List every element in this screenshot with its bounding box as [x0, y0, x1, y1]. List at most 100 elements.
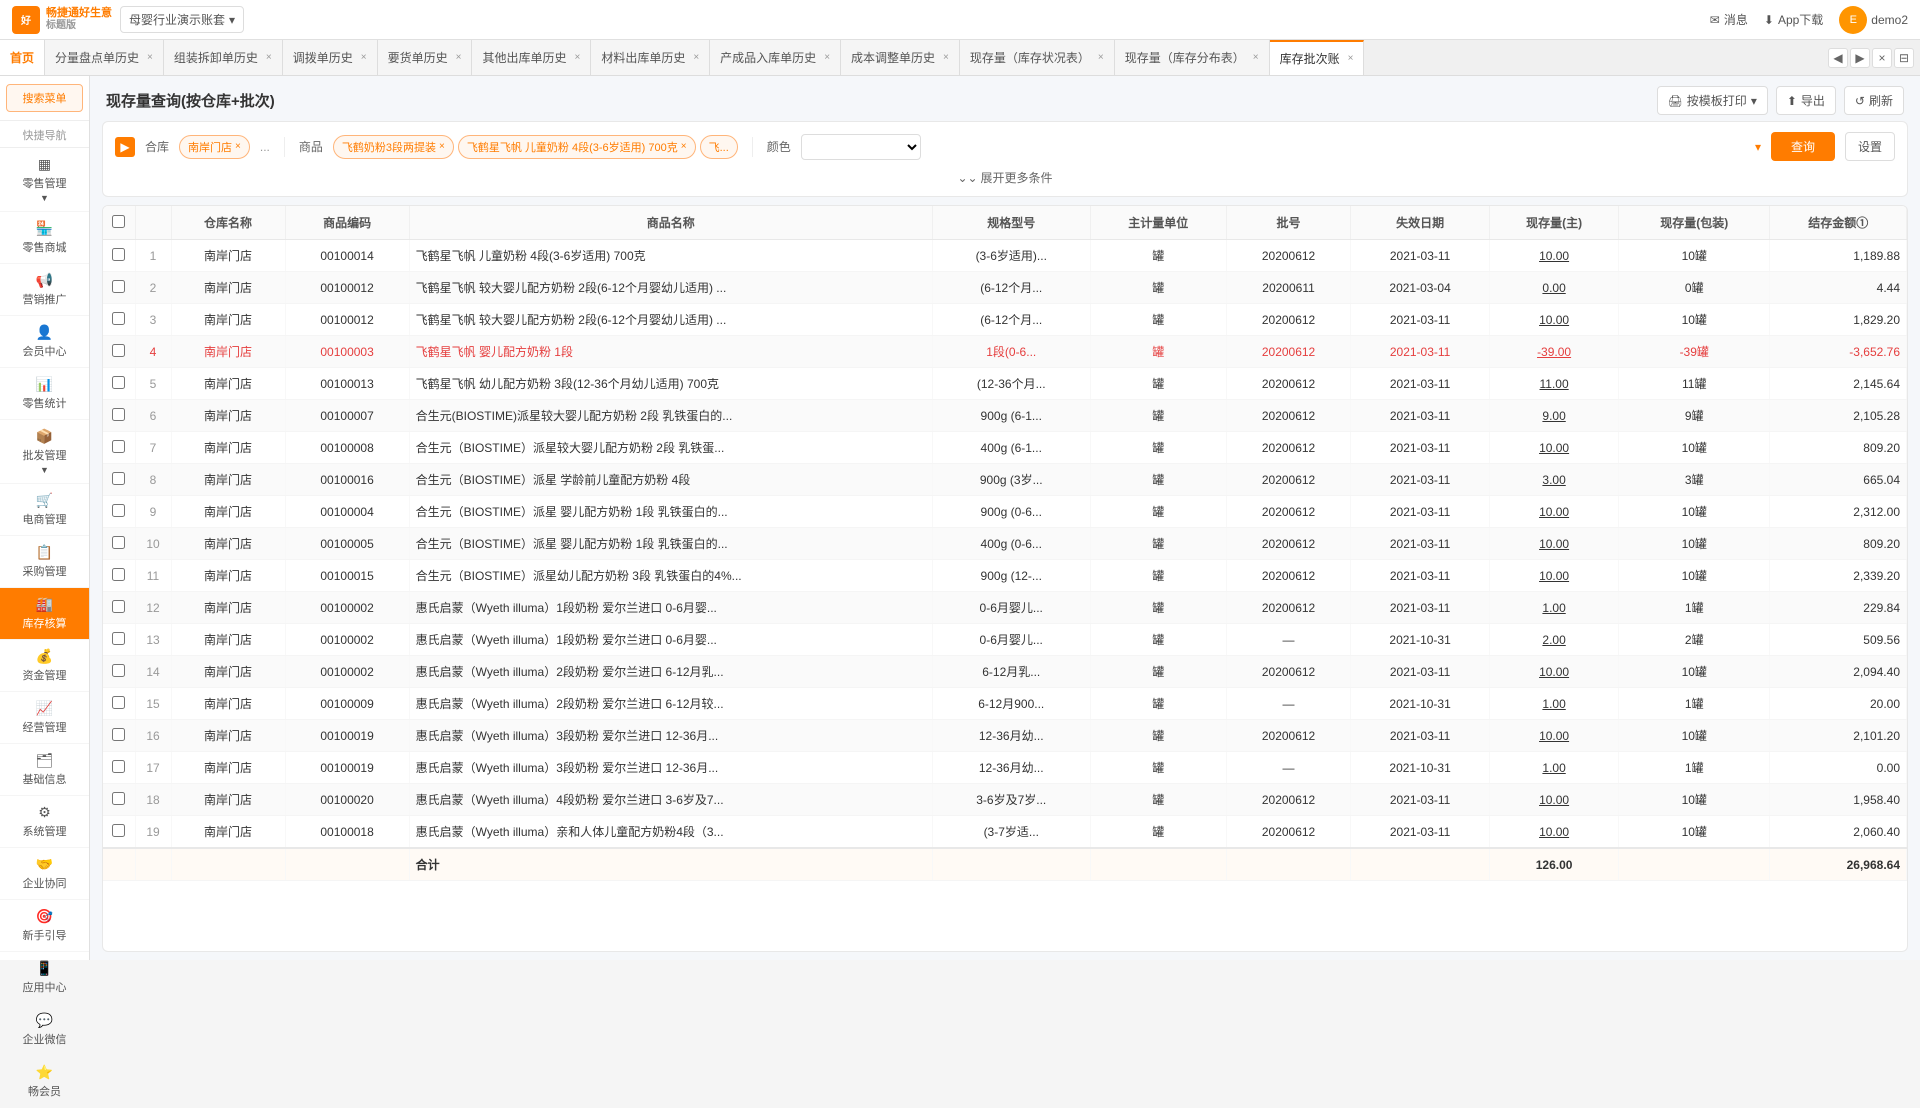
row-checkbox-8[interactable] [103, 464, 135, 496]
tab-yao-huo[interactable]: 要货单历史 × [378, 40, 473, 75]
sidebar-item-ying-xiao[interactable]: 📢 营销推广 [0, 264, 89, 316]
product-tag-more[interactable]: 飞... [700, 135, 738, 159]
row-checkbox-16[interactable] [103, 720, 135, 752]
tab-fen-pan-close[interactable]: × [147, 52, 153, 63]
warehouse-tag-0[interactable]: 南岸门店 × [179, 135, 250, 159]
sidebar-item-xi-tong[interactable]: ⚙ 系统管理 [0, 796, 89, 848]
export-btn[interactable]: ⬆ 导出 [1776, 86, 1836, 115]
download-btn[interactable]: ⬇ App下载 [1764, 11, 1823, 28]
row-checkbox-18[interactable] [103, 784, 135, 816]
messages-btn[interactable]: ✉ 消息 [1710, 11, 1748, 28]
color-dropdown-arrow[interactable]: ▾ [1755, 140, 1761, 154]
settings-btn[interactable]: 设置 [1845, 132, 1895, 161]
sidebar-item-ji-chu[interactable]: 🗂 基础信息 [0, 744, 89, 796]
sidebar-item-xin-shou[interactable]: 🎯 新手引导 [0, 900, 89, 952]
row-checkbox-9[interactable] [103, 496, 135, 528]
row-qty-main-1[interactable]: 10.00 [1490, 240, 1619, 272]
tab-zu-zhuang-close[interactable]: × [266, 52, 272, 63]
row-checkbox-13[interactable] [103, 624, 135, 656]
warehouse-more[interactable]: ... [260, 140, 270, 154]
product-tag-0-close[interactable]: × [439, 141, 445, 152]
product-tag-0[interactable]: 飞鹤奶粉3段两提装 × [333, 135, 454, 159]
row-checkbox-4[interactable] [103, 336, 135, 368]
tab-chan-pin-ru-close[interactable]: × [824, 52, 830, 63]
sidebar-item-ku-cun[interactable]: 🏭 库存核算 [0, 588, 89, 640]
row-checkbox-3[interactable] [103, 304, 135, 336]
sidebar-item-hui-yuan[interactable]: 👤 会员中心 [0, 316, 89, 368]
product-tag-1[interactable]: 飞鹤星飞帆 儿童奶粉 4段(3-6岁适用) 700克 × [458, 135, 696, 159]
account-selector[interactable]: 母婴行业演示账套 ▾ [120, 6, 244, 33]
sidebar-item-chang-hui-yuan[interactable]: ⭐ 畅会员 [0, 1056, 89, 1108]
row-qty-main-8[interactable]: 3.00 [1490, 464, 1619, 496]
tab-fen-pan[interactable]: 分量盘点单历史 × [45, 40, 164, 75]
user-avatar[interactable]: E demo2 [1839, 6, 1908, 34]
tab-cheng-ben-tiao[interactable]: 成本调整单历史 × [841, 40, 960, 75]
tab-xian-cun-fenbu-close[interactable]: × [1253, 52, 1259, 63]
row-checkbox-19[interactable] [103, 816, 135, 849]
warehouse-tag-0-close[interactable]: × [235, 141, 241, 152]
row-qty-main-13[interactable]: 2.00 [1490, 624, 1619, 656]
tab-home[interactable]: 首页 [0, 40, 45, 75]
row-checkbox-5[interactable] [103, 368, 135, 400]
sidebar-nav-label[interactable]: 快捷导航 [0, 121, 89, 148]
row-checkbox-17[interactable] [103, 752, 135, 784]
row-qty-main-2[interactable]: 0.00 [1490, 272, 1619, 304]
row-qty-main-7[interactable]: 10.00 [1490, 432, 1619, 464]
tab-xian-cun-kucun-close[interactable]: × [1098, 52, 1104, 63]
row-checkbox-11[interactable] [103, 560, 135, 592]
tab-close-all-btn[interactable]: × [1872, 48, 1892, 68]
row-checkbox-12[interactable] [103, 592, 135, 624]
tab-qi-ta-chu[interactable]: 其他出库单历史 × [472, 40, 591, 75]
row-checkbox-1[interactable] [103, 240, 135, 272]
row-qty-main-4[interactable]: -39.00 [1490, 336, 1619, 368]
row-qty-main-17[interactable]: 1.00 [1490, 752, 1619, 784]
sidebar-item-ling-shou-shang-cheng[interactable]: 🏪 零售商城 [0, 212, 89, 264]
tab-cai-liao-chu[interactable]: 材料出库单历史 × [591, 40, 710, 75]
row-qty-main-5[interactable]: 11.00 [1490, 368, 1619, 400]
filter-expand-arrow-btn[interactable]: ▶ [115, 137, 135, 157]
row-checkbox-10[interactable] [103, 528, 135, 560]
sidebar-item-dian-shang[interactable]: 🛒 电商管理 [0, 484, 89, 536]
query-btn[interactable]: 查询 [1771, 132, 1835, 161]
color-select[interactable] [801, 134, 921, 160]
row-qty-main-9[interactable]: 10.00 [1490, 496, 1619, 528]
refresh-btn[interactable]: ↺ 刷新 [1844, 86, 1904, 115]
row-qty-main-10[interactable]: 10.00 [1490, 528, 1619, 560]
sidebar-item-cai-gou[interactable]: 📋 采购管理 [0, 536, 89, 588]
row-qty-main-15[interactable]: 1.00 [1490, 688, 1619, 720]
tab-next-btn[interactable]: ▶ [1850, 48, 1870, 68]
sidebar-item-ling-shou[interactable]: ▦ 零售管理 ▼ [0, 148, 89, 212]
tab-menu-btn[interactable]: ⊟ [1894, 48, 1914, 68]
tab-zu-zhuang[interactable]: 组装拆卸单历史 × [164, 40, 283, 75]
tab-xian-cun-kucun[interactable]: 现存量（库存状况表） × [960, 40, 1115, 75]
expand-conditions-btn[interactable]: ⌄⌄ 展开更多条件 [957, 169, 1052, 186]
row-checkbox-7[interactable] [103, 432, 135, 464]
tab-xian-cun-fenbu[interactable]: 现存量（库存分布表） × [1115, 40, 1270, 75]
tab-chan-pin-ru[interactable]: 产成品入库单历史 × [710, 40, 841, 75]
tab-qi-ta-chu-close[interactable]: × [574, 52, 580, 63]
select-all-checkbox[interactable] [112, 215, 125, 228]
tab-diao-bo[interactable]: 调拨单历史 × [283, 40, 378, 75]
row-qty-main-19[interactable]: 10.00 [1490, 816, 1619, 849]
tab-prev-btn[interactable]: ◀ [1828, 48, 1848, 68]
row-qty-main-16[interactable]: 10.00 [1490, 720, 1619, 752]
row-qty-main-14[interactable]: 10.00 [1490, 656, 1619, 688]
tab-ku-cun-pici-close[interactable]: × [1348, 53, 1354, 64]
row-checkbox-14[interactable] [103, 656, 135, 688]
row-checkbox-2[interactable] [103, 272, 135, 304]
row-checkbox-6[interactable] [103, 400, 135, 432]
sidebar-item-ling-shou-tong-ji[interactable]: 📊 零售统计 [0, 368, 89, 420]
tab-yao-huo-close[interactable]: × [456, 52, 462, 63]
row-checkbox-15[interactable] [103, 688, 135, 720]
sidebar-item-jing-ying[interactable]: 📈 经营管理 [0, 692, 89, 744]
tab-diao-bo-close[interactable]: × [361, 52, 367, 63]
sidebar-item-qi-ye-wei-xin[interactable]: 💬 企业微信 [0, 1004, 89, 1056]
search-menu-btn[interactable]: 搜索菜单 [6, 84, 83, 112]
row-qty-main-18[interactable]: 10.00 [1490, 784, 1619, 816]
row-qty-main-3[interactable]: 10.00 [1490, 304, 1619, 336]
tab-ku-cun-pici[interactable]: 库存批次账 × [1270, 40, 1365, 75]
sidebar-item-zi-jin[interactable]: 💰 资金管理 [0, 640, 89, 692]
row-qty-main-6[interactable]: 9.00 [1490, 400, 1619, 432]
print-btn[interactable]: 🖨 按模板打印 ▾ [1657, 86, 1768, 115]
tab-cheng-ben-tiao-close[interactable]: × [943, 52, 949, 63]
